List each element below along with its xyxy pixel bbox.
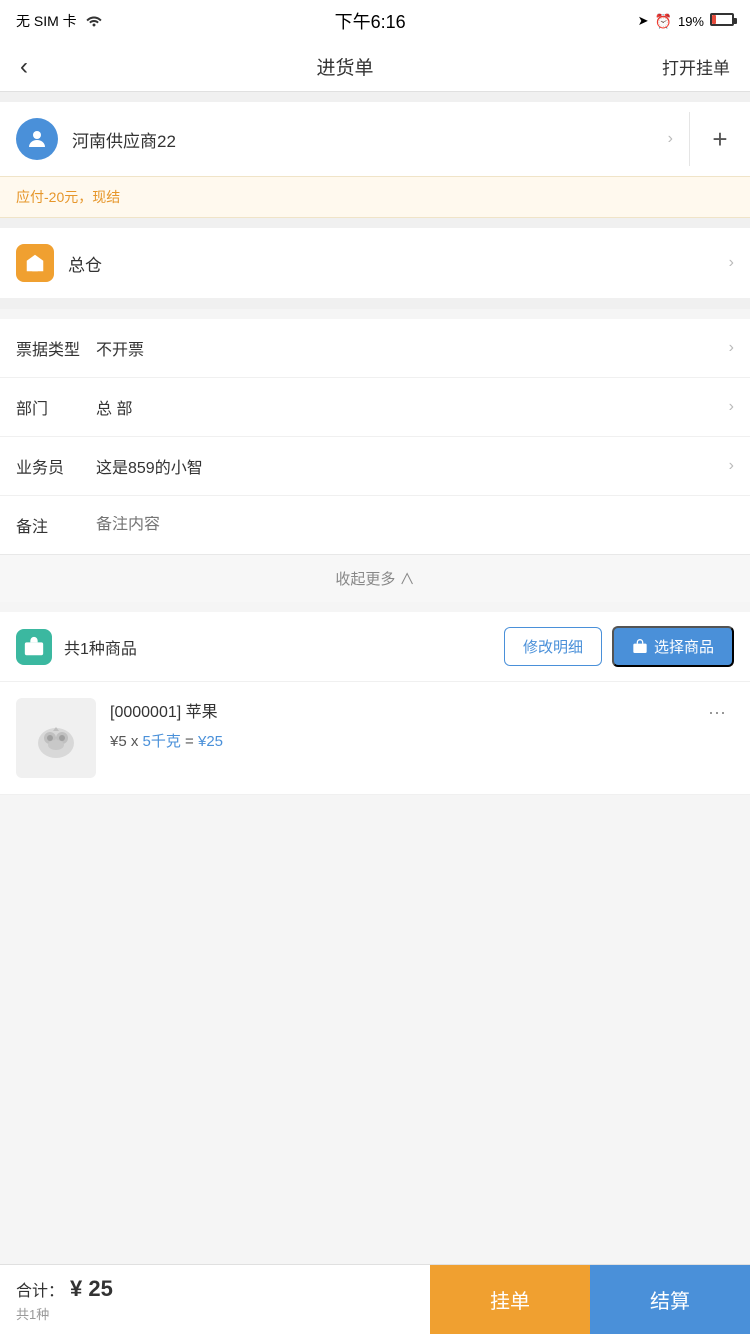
product-price: ¥5 x 5千克 = ¥25 (110, 730, 700, 751)
location-icon: ➤ (638, 13, 649, 29)
supplier-name: 河南供应商22 (72, 127, 660, 152)
department-label: 部门 (16, 395, 96, 419)
edit-detail-button[interactable]: 修改明细 (504, 627, 602, 666)
total-label: 合计： (16, 1277, 64, 1301)
bottom-bar: 合计： ¥ 25 共1种 挂单 结算 (0, 1264, 750, 1334)
invoice-chevron-icon: › (729, 339, 734, 357)
total-amount: ¥ 25 (70, 1276, 113, 1302)
product-more-button[interactable]: ··· (700, 698, 734, 727)
product-thumbnail (16, 698, 96, 778)
products-section: 共1种商品 修改明细 选择商品 (0, 612, 750, 795)
chevron-right-icon: › (668, 130, 673, 148)
supplier-section: 河南供应商22 › + (0, 102, 750, 176)
open-pending-button[interactable]: 打开挂单 (662, 54, 730, 79)
pending-button[interactable]: 挂单 (430, 1265, 590, 1334)
collapse-bar[interactable]: 收起更多 ∧ (0, 554, 750, 602)
products-count: 共1种商品 (64, 635, 504, 659)
select-product-button[interactable]: 选择商品 (612, 626, 734, 667)
salesperson-row[interactable]: 业务员 这是859的小智 › (0, 437, 750, 496)
nav-bar: ‹ 进货单 打开挂单 (0, 42, 750, 92)
wifi-icon (85, 13, 103, 30)
total-count: 共1种 (16, 1304, 414, 1323)
supplier-avatar (16, 118, 58, 160)
select-product-label: 选择商品 (654, 636, 714, 657)
page-content: 河南供应商22 › + 应付-20元，现结 总仓 › 票据类型 不开票 › 部门 (0, 92, 750, 865)
supplier-selector[interactable]: 河南供应商22 › (0, 102, 689, 176)
product-name: [0000001] 苹果 (110, 698, 700, 722)
status-right: ➤ ⏰ 19% (638, 13, 734, 30)
remark-label: 备注 (16, 513, 96, 537)
total-section: 合计： ¥ 25 共1种 (0, 1265, 430, 1334)
invoice-type-label: 票据类型 (16, 336, 96, 360)
page-title: 进货单 (316, 53, 373, 80)
status-bar: 无 SIM 卡 下午6:16 ➤ ⏰ 19% (0, 0, 750, 42)
divider-top (0, 92, 750, 102)
notice-banner: 应付-20元，现结 (0, 176, 750, 218)
department-row[interactable]: 部门 总 部 › (0, 378, 750, 437)
warehouse-name: 总仓 (68, 251, 721, 276)
alarm-icon: ⏰ (655, 13, 672, 30)
invoice-type-value: 不开票 (96, 336, 721, 360)
products-header: 共1种商品 修改明细 选择商品 (0, 612, 750, 682)
warehouse-chevron-icon: › (729, 254, 734, 272)
salesperson-value: 这是859的小智 (96, 454, 721, 478)
products-icon (16, 629, 52, 665)
divider-2 (0, 218, 750, 228)
sales-chevron-icon: › (729, 457, 734, 475)
product-item: [0000001] 苹果 ¥5 x 5千克 = ¥25 ··· (0, 682, 750, 795)
carrier-text: 无 SIM 卡 (16, 11, 77, 31)
salesperson-label: 业务员 (16, 454, 96, 478)
remark-input[interactable] (96, 516, 734, 534)
form-section: 票据类型 不开票 › 部门 总 部 › 业务员 这是859的小智 › 备注 (0, 319, 750, 554)
battery-icon (710, 13, 734, 29)
product-info: [0000001] 苹果 ¥5 x 5千克 = ¥25 (110, 698, 700, 751)
divider-3 (0, 299, 750, 309)
invoice-type-row[interactable]: 票据类型 不开票 › (0, 319, 750, 378)
department-value: 总 部 (96, 395, 721, 419)
battery-percent: 19% (678, 14, 704, 29)
checkout-button[interactable]: 结算 (590, 1265, 750, 1334)
warehouse-selector[interactable]: 总仓 › (0, 228, 750, 299)
dept-chevron-icon: › (729, 398, 734, 416)
time-display: 下午6:16 (335, 8, 406, 34)
back-button[interactable]: ‹ (20, 53, 28, 81)
warehouse-icon (16, 244, 54, 282)
remark-row: 备注 (0, 496, 750, 554)
add-supplier-button[interactable]: + (690, 102, 750, 176)
status-left: 无 SIM 卡 (16, 11, 103, 31)
total-row: 合计： ¥ 25 (16, 1276, 414, 1302)
